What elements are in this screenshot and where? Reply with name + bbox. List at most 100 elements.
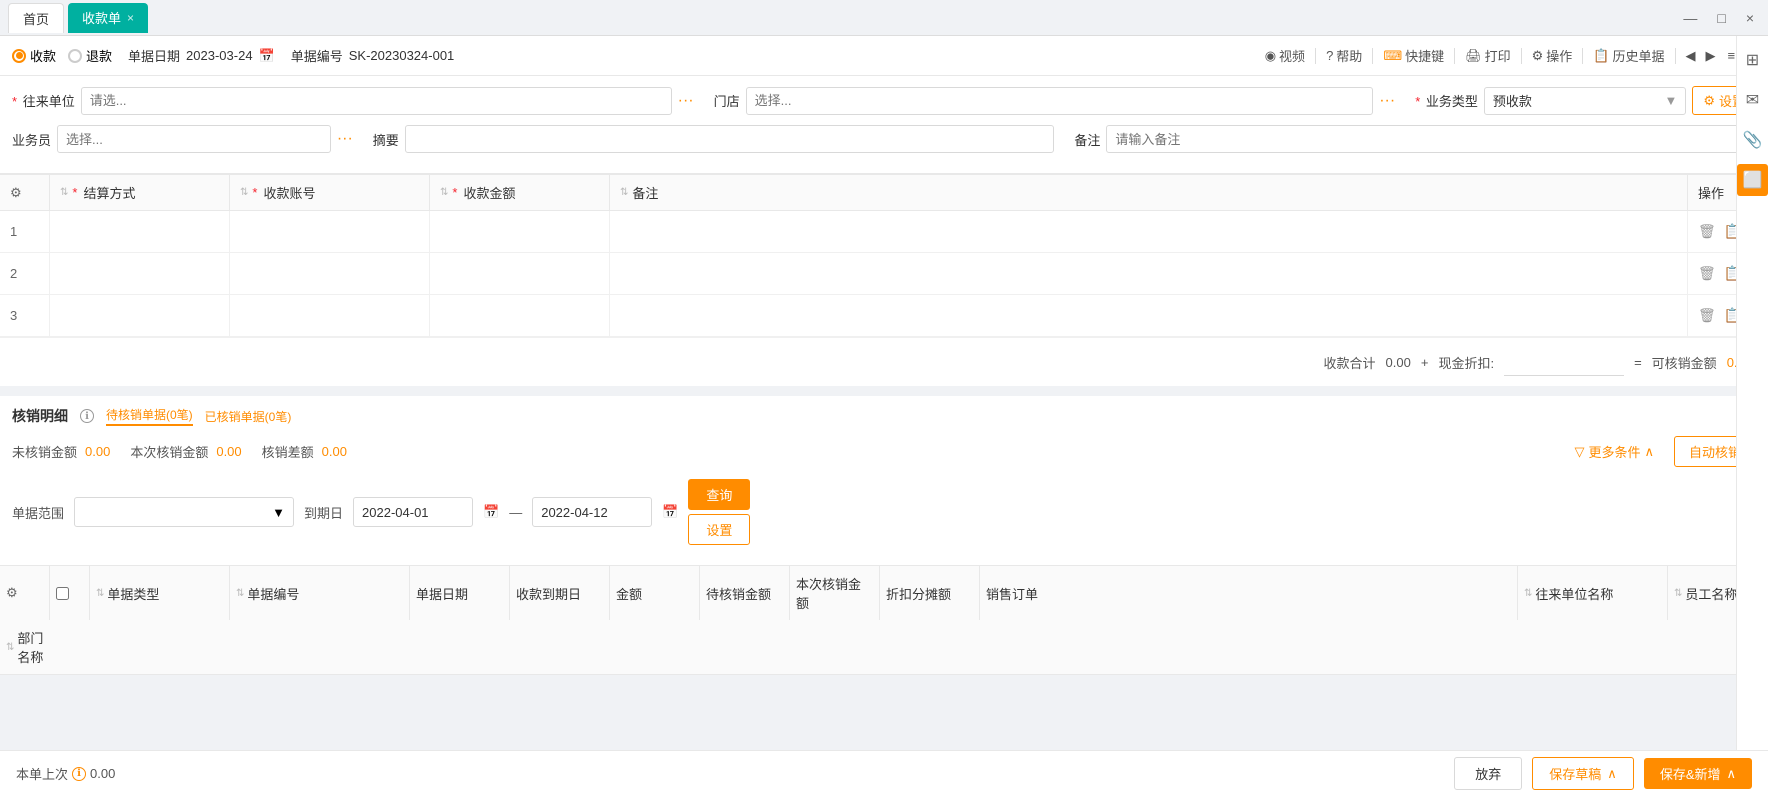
table-settings-icon[interactable]: ⚙ <box>10 185 22 201</box>
number-label: 单据编号 <box>291 46 343 65</box>
operation-icon: ⚙ <box>1532 48 1544 64</box>
sidebar-table-icon[interactable]: ⊞ <box>1740 44 1765 76</box>
remarks-input-2[interactable] <box>620 260 1677 288</box>
save-draft-btn[interactable]: 保存草稿 ∧ <box>1532 757 1634 790</box>
amount-input-3[interactable] <box>440 302 599 330</box>
history-btn[interactable]: 📋 历史单据 <box>1593 46 1664 65</box>
video-label: 视频 <box>1279 46 1305 65</box>
help-btn[interactable]: ? 帮助 <box>1326 46 1362 65</box>
date-setting-btn[interactable]: 设置 <box>688 514 750 545</box>
start-date-input[interactable] <box>353 497 473 527</box>
end-date-input[interactable] <box>532 497 652 527</box>
td-amount-2[interactable] <box>430 253 610 294</box>
section-title: 核销明细 <box>12 406 68 426</box>
settlement-input-3[interactable] <box>60 302 219 330</box>
shop-more-icon[interactable]: ··· <box>1379 92 1395 110</box>
td-account-2[interactable] <box>230 253 430 294</box>
sidebar-mail-icon[interactable]: ✉ <box>1740 84 1765 116</box>
verifiable-label: 可核销金额 <box>1652 353 1717 372</box>
window-close-btn[interactable]: × <box>1740 8 1760 28</box>
video-btn[interactable]: ◉ 视频 <box>1265 46 1305 65</box>
amount-input-2[interactable] <box>440 260 599 288</box>
main-form: * 往来单位 ··· 门店 ··· * 业务类型 预收款 ▼ ⚙ 设置 <box>0 76 1768 174</box>
settlement-input-2[interactable] <box>60 260 219 288</box>
staff-more-icon[interactable]: ··· <box>337 130 353 148</box>
counterparty-required: * <box>12 94 17 109</box>
counterparty-more-icon[interactable]: ··· <box>678 92 694 110</box>
print-btn[interactable]: 🖨 打印 <box>1465 46 1511 65</box>
bth-discount-label: 折扣分摊额 <box>886 584 951 603</box>
filter-label: 更多条件 <box>1588 442 1640 461</box>
account-input-2[interactable] <box>240 260 419 288</box>
save-new-btn[interactable]: 保存&新增 ∧ <box>1644 758 1752 789</box>
counterparty-input[interactable] <box>81 87 672 115</box>
window-min-btn[interactable]: — <box>1677 8 1703 28</box>
amount-input-1[interactable] <box>440 218 599 246</box>
nav-next-btn[interactable]: ▶ <box>1706 48 1716 64</box>
shortcut-btn[interactable]: ⌨ 快捷键 <box>1383 46 1444 65</box>
filter-btn[interactable]: ▽ 更多条件 ∧ <box>1574 442 1654 461</box>
settings-gear-icon: ⚙ <box>1703 93 1715 109</box>
tab-active[interactable]: 收款单 × <box>68 3 148 33</box>
settlement-input-1[interactable] <box>60 218 219 246</box>
tab-close-icon[interactable]: × <box>127 11 134 25</box>
query-btn[interactable]: 查询 <box>688 479 750 510</box>
bottom-table-settings-icon[interactable]: ⚙ <box>6 585 18 601</box>
amount-required: * <box>452 185 457 200</box>
radio-refund[interactable]: 退款 <box>68 46 112 65</box>
operation-btn[interactable]: ⚙ 操作 <box>1532 46 1573 65</box>
range-dropdown[interactable]: ▼ <box>74 497 294 527</box>
verified-tab[interactable]: 已核销单据(0笔) <box>205 408 292 425</box>
abandon-btn[interactable]: 放弃 <box>1454 757 1522 790</box>
td-settlement-3[interactable] <box>50 295 230 336</box>
history-label: 历史单据 <box>1612 46 1664 65</box>
radio-circle-refund <box>68 49 82 63</box>
date-value: 2023-03-24 <box>186 48 253 63</box>
account-input-3[interactable] <box>240 302 419 330</box>
summary-input[interactable] <box>405 125 1055 153</box>
divider6 <box>1675 48 1676 64</box>
td-remarks-1[interactable] <box>610 211 1688 252</box>
biztype-label-text: 业务类型 <box>1426 94 1478 109</box>
bth-current-verify: 本次核销金额 <box>790 566 880 620</box>
nav-prev-btn[interactable]: ◀ <box>1686 48 1696 64</box>
calendar-end-icon[interactable]: 📅 <box>662 504 678 520</box>
sidebar-form-icon[interactable]: ⬜ <box>1737 164 1768 196</box>
td-remarks-3[interactable] <box>610 295 1688 336</box>
bth-discount: 折扣分摊额 <box>880 566 980 620</box>
td-settlement-1[interactable] <box>50 211 230 252</box>
account-required: * <box>252 185 257 200</box>
biztype-select[interactable]: 预收款 ▼ <box>1484 87 1686 115</box>
delete-row-2-btn[interactable]: 🗑 <box>1698 265 1716 282</box>
staff-input[interactable] <box>57 125 331 153</box>
td-settlement-2[interactable] <box>50 253 230 294</box>
td-amount-1[interactable] <box>430 211 610 252</box>
bth-sales-order: 销售订单 <box>980 566 1518 620</box>
range-dropdown-arrow: ▼ <box>272 505 285 520</box>
radio-receipt[interactable]: 收款 <box>12 46 56 65</box>
remarks-input-1[interactable] <box>620 218 1677 246</box>
select-all-checkbox[interactable] <box>56 587 69 600</box>
td-remarks-2[interactable] <box>610 253 1688 294</box>
biztype-field: * 业务类型 预收款 ▼ ⚙ 设置 <box>1415 86 1756 115</box>
date-calendar-icon[interactable]: 📅 <box>259 48 275 64</box>
tab-home[interactable]: 首页 <box>8 3 64 33</box>
delete-row-3-btn[interactable]: 🗑 <box>1698 307 1716 324</box>
account-input-1[interactable] <box>240 218 419 246</box>
remarks-input[interactable] <box>1106 125 1756 153</box>
window-max-btn[interactable]: □ <box>1711 8 1731 28</box>
td-amount-3[interactable] <box>430 295 610 336</box>
footer-info-icon[interactable]: ℹ <box>72 767 86 781</box>
bth-due-date-label: 收款到期日 <box>516 584 581 603</box>
discount-input[interactable] <box>1504 348 1624 376</box>
pending-tab[interactable]: 待核销单据(0笔) <box>106 406 193 426</box>
delete-row-1-btn[interactable]: 🗑 <box>1698 223 1716 240</box>
remarks-input-3[interactable] <box>620 302 1677 330</box>
section-info-icon[interactable]: ℹ <box>80 409 94 423</box>
td-account-3[interactable] <box>230 295 430 336</box>
calendar-start-icon[interactable]: 📅 <box>483 504 499 520</box>
sidebar-attachment-icon[interactable]: 📎 <box>1737 124 1768 156</box>
td-account-1[interactable] <box>230 211 430 252</box>
biztype-arrow-icon: ▼ <box>1664 93 1677 108</box>
shop-input[interactable] <box>746 87 1374 115</box>
